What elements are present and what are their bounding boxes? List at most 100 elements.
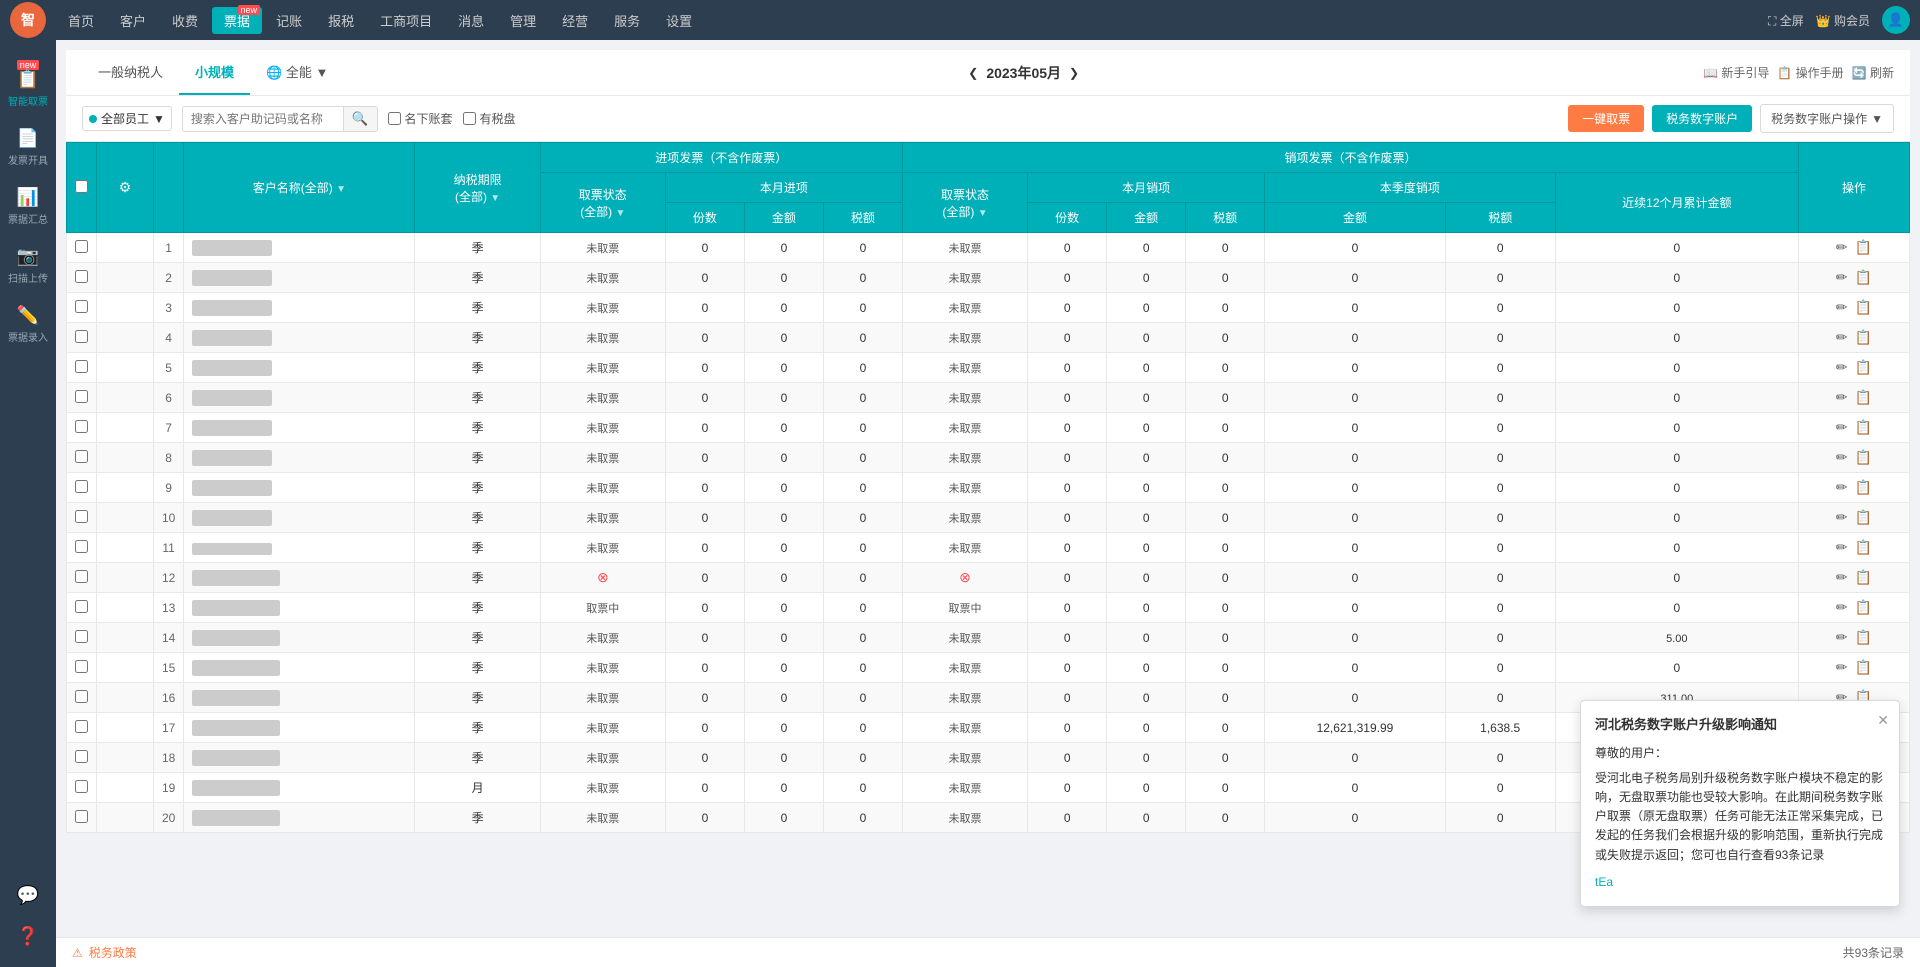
edit-btn[interactable]: ✏ [1836, 449, 1848, 465]
nav-billing[interactable]: 收费 [160, 7, 210, 34]
edit-btn[interactable]: ✏ [1836, 569, 1848, 585]
copy-btn[interactable]: 📋 [1855, 509, 1872, 525]
row-checkbox[interactable] [75, 630, 88, 643]
tax-period-sort-icon[interactable]: ▼ [490, 193, 500, 204]
copy-btn[interactable]: 📋 [1855, 479, 1872, 495]
sidebar-item-smart-ticket[interactable]: new 📋 智能取票 [0, 50, 56, 118]
one-click-ticket-btn[interactable]: 一键取票 [1568, 105, 1644, 132]
row-checkbox[interactable] [75, 240, 88, 253]
edit-btn[interactable]: ✏ [1836, 539, 1848, 555]
sidebar-item-invoice-summary[interactable]: 📊 票据汇总 [0, 177, 56, 236]
row-checkbox[interactable] [75, 510, 88, 523]
row-checkbox[interactable] [75, 600, 88, 613]
has-tax-checkbox[interactable] [463, 112, 476, 125]
nav-management[interactable]: 管理 [498, 7, 548, 34]
row-checkbox[interactable] [75, 810, 88, 823]
sidebar-item-invoice-open[interactable]: 📄 发票开具 [0, 118, 56, 177]
notification-close-btn[interactable]: ✕ [1877, 709, 1889, 731]
edit-btn[interactable]: ✏ [1836, 659, 1848, 675]
employee-select[interactable]: 全部员工 ▼ [82, 106, 172, 131]
tax-digital-btn[interactable]: 税务数字账户 [1652, 105, 1752, 132]
edit-btn[interactable]: ✏ [1836, 509, 1848, 525]
has-tax-checkbox-label[interactable]: 有税盘 [463, 110, 516, 127]
tab-general-taxpayer[interactable]: 一般纳税人 [82, 50, 179, 95]
copy-btn[interactable]: 📋 [1855, 269, 1872, 285]
nav-home[interactable]: 首页 [56, 7, 106, 34]
copy-btn[interactable]: 📋 [1855, 239, 1872, 255]
tax-policy-link[interactable]: 税务政策 [89, 944, 137, 961]
copy-btn[interactable]: 📋 [1855, 419, 1872, 435]
edit-btn[interactable]: ✏ [1836, 479, 1848, 495]
copy-btn[interactable]: 📋 [1855, 599, 1872, 615]
nav-invoice[interactable]: 票据new [212, 7, 262, 34]
row-checkbox[interactable] [75, 450, 88, 463]
copy-btn[interactable]: 📋 [1855, 359, 1872, 375]
row-out-status: 未取票 [902, 263, 1027, 293]
edit-btn[interactable]: ✏ [1836, 299, 1848, 315]
in-status-badge: 未取票 [586, 303, 619, 315]
user-avatar[interactable]: 👤 [1882, 6, 1910, 34]
row-checkbox[interactable] [75, 660, 88, 673]
nav-settings[interactable]: 设置 [654, 7, 704, 34]
settings-icon[interactable]: ⚙ [119, 179, 132, 195]
edit-btn[interactable]: ✏ [1836, 419, 1848, 435]
tEa-label[interactable]: tEa [1595, 873, 1885, 892]
copy-btn[interactable]: 📋 [1855, 299, 1872, 315]
member-btn[interactable]: 👑 购会员 [1816, 12, 1870, 29]
edit-btn[interactable]: ✏ [1836, 269, 1848, 285]
edit-btn[interactable]: ✏ [1836, 629, 1848, 645]
row-checkbox[interactable] [75, 360, 88, 373]
copy-btn[interactable]: 📋 [1855, 389, 1872, 405]
row-checkbox[interactable] [75, 420, 88, 433]
nav-tax[interactable]: 报税 [316, 7, 366, 34]
row-checkbox[interactable] [75, 330, 88, 343]
fullscreen-btn[interactable]: ⛶ 全屏 [1768, 12, 1804, 29]
row-checkbox[interactable] [75, 300, 88, 313]
tab-small-scale[interactable]: 小规模 [179, 50, 250, 95]
row-checkbox[interactable] [75, 540, 88, 553]
copy-btn[interactable]: 📋 [1855, 659, 1872, 675]
copy-btn[interactable]: 📋 [1855, 449, 1872, 465]
copy-btn[interactable]: 📋 [1855, 539, 1872, 555]
refresh-btn[interactable]: 🔄 刷新 [1852, 64, 1894, 81]
date-prev-btn[interactable]: ❮ [968, 66, 978, 80]
date-next-btn[interactable]: ❯ [1069, 66, 1079, 80]
tax-digital-ops-btn[interactable]: 税务数字账户操作 ▼ [1760, 104, 1894, 133]
select-all-checkbox[interactable] [75, 180, 88, 193]
row-in-status: 未取票 [540, 323, 665, 353]
name-ledger-checkbox[interactable] [388, 112, 401, 125]
row-checkbox[interactable] [75, 750, 88, 763]
manual-btn[interactable]: 📋 操作手册 [1777, 64, 1843, 81]
nav-message[interactable]: 消息 [446, 7, 496, 34]
sidebar-item-scan-upload[interactable]: 📷 扫描上传 [0, 236, 56, 295]
sidebar-bottom-msg[interactable]: 💬 [17, 875, 39, 916]
nav-bookkeeping[interactable]: 记账 [264, 7, 314, 34]
search-button[interactable]: 🔍 [343, 107, 377, 131]
name-ledger-checkbox-label[interactable]: 名下账套 [388, 110, 453, 127]
search-input[interactable] [183, 109, 343, 129]
edit-btn[interactable]: ✏ [1836, 239, 1848, 255]
copy-btn[interactable]: 📋 [1855, 629, 1872, 645]
tab-all[interactable]: 🌐 全能 ▼ [250, 50, 344, 95]
nav-operation[interactable]: 经营 [550, 7, 600, 34]
edit-btn[interactable]: ✏ [1836, 329, 1848, 345]
copy-btn[interactable]: 📋 [1855, 569, 1872, 585]
customer-sort-icon[interactable]: ▼ [336, 184, 346, 195]
row-checkbox[interactable] [75, 780, 88, 793]
sidebar-item-ticket-entry[interactable]: ✏️ 票据录入 [0, 295, 56, 354]
row-checkbox[interactable] [75, 270, 88, 283]
nav-customer[interactable]: 客户 [108, 7, 158, 34]
sidebar-bottom-help[interactable]: ❓ [17, 916, 39, 957]
copy-btn[interactable]: 📋 [1855, 329, 1872, 345]
nav-service[interactable]: 服务 [602, 7, 652, 34]
row-checkbox[interactable] [75, 720, 88, 733]
row-checkbox[interactable] [75, 690, 88, 703]
row-checkbox[interactable] [75, 570, 88, 583]
edit-btn[interactable]: ✏ [1836, 599, 1848, 615]
row-checkbox[interactable] [75, 480, 88, 493]
new-guide-btn[interactable]: 📖 新手引导 [1703, 64, 1769, 81]
nav-business[interactable]: 工商项目 [368, 7, 444, 34]
row-checkbox[interactable] [75, 390, 88, 403]
edit-btn[interactable]: ✏ [1836, 359, 1848, 375]
edit-btn[interactable]: ✏ [1836, 389, 1848, 405]
